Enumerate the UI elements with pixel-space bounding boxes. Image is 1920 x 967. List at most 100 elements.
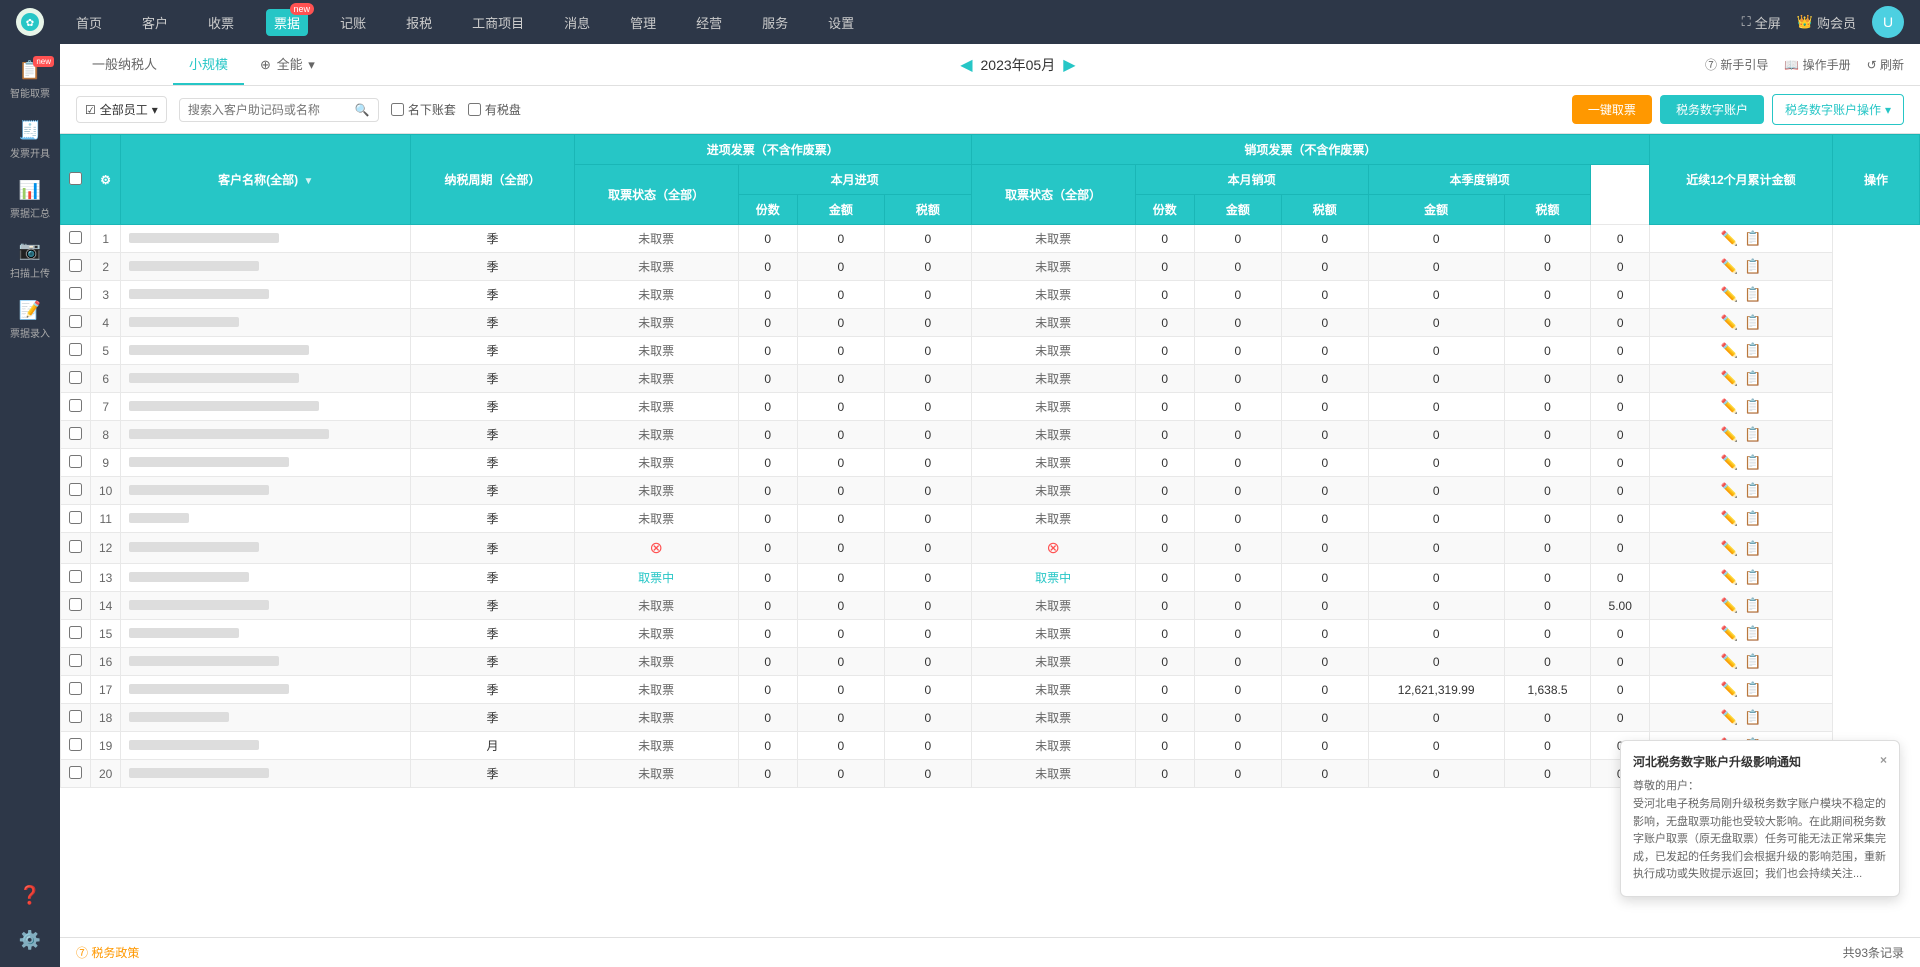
copy-icon[interactable]: 📋	[1744, 398, 1761, 415]
copy-icon[interactable]: 📋	[1744, 597, 1761, 614]
edit-icon[interactable]: ✏️	[1721, 681, 1738, 698]
nav-service[interactable]: 服务	[754, 9, 796, 36]
nav-invoice[interactable]: 票据new	[266, 9, 308, 36]
row-checkbox[interactable]	[69, 511, 82, 524]
select-all-checkbox[interactable]	[69, 172, 82, 185]
nav-tax[interactable]: 报税	[398, 9, 440, 36]
new-guide-button[interactable]: ⑦ 新手引导	[1705, 56, 1768, 73]
sidebar-item-zhidengpiao[interactable]: new 📋 智能取票	[0, 52, 60, 108]
taxpad-checkbox-label[interactable]: 有税盘	[468, 101, 521, 118]
row-checkbox[interactable]	[69, 399, 82, 412]
sidebar-help[interactable]: ❓	[15, 877, 45, 914]
edit-icon[interactable]: ✏️	[1721, 709, 1738, 726]
copy-icon[interactable]: 📋	[1744, 709, 1761, 726]
tab-small[interactable]: 小规模	[173, 44, 244, 85]
copy-icon[interactable]: 📋	[1744, 482, 1761, 499]
edit-icon[interactable]: ✏️	[1721, 597, 1738, 614]
row-checkbox[interactable]	[69, 287, 82, 300]
edit-icon[interactable]: ✏️	[1721, 258, 1738, 275]
tax-account-button[interactable]: 税务数字账户	[1660, 95, 1764, 124]
copy-icon[interactable]: 📋	[1744, 342, 1761, 359]
manual-button[interactable]: 📖 操作手册	[1784, 56, 1850, 73]
ledger-checkbox[interactable]	[391, 103, 404, 116]
nav-business[interactable]: 工商项目	[464, 9, 532, 36]
refresh-button[interactable]: ↺ 刷新	[1867, 56, 1904, 73]
employee-select[interactable]: ☑ 全部员工 ▾	[76, 96, 167, 123]
copy-icon[interactable]: 📋	[1744, 569, 1761, 586]
row-checkbox[interactable]	[69, 766, 82, 779]
row-checkbox[interactable]	[69, 259, 82, 272]
next-month-button[interactable]: ▶	[1063, 55, 1075, 75]
nav-operation[interactable]: 经营	[688, 9, 730, 36]
edit-icon[interactable]: ✏️	[1721, 286, 1738, 303]
row-checkbox[interactable]	[69, 654, 82, 667]
sidebar-item-piaojuru[interactable]: 📝 票据录入	[0, 292, 60, 348]
nav-receipt[interactable]: 收票	[200, 9, 242, 36]
sidebar-config[interactable]: ⚙️	[15, 922, 45, 959]
copy-icon[interactable]: 📋	[1744, 426, 1761, 443]
tab-general[interactable]: 一般纳税人	[76, 44, 173, 85]
row-checkbox[interactable]	[69, 371, 82, 384]
nav-home[interactable]: 首页	[68, 9, 110, 36]
edit-icon[interactable]: ✏️	[1721, 454, 1738, 471]
fullscreen-button[interactable]: ⛶ 全屏	[1742, 13, 1781, 32]
search-box[interactable]: 🔍	[179, 98, 379, 122]
row-checkbox[interactable]	[69, 343, 82, 356]
sidebar-item-huizong[interactable]: 📊 票据汇总	[0, 172, 60, 228]
copy-icon[interactable]: 📋	[1744, 230, 1761, 247]
ledger-checkbox-label[interactable]: 名下账套	[391, 101, 456, 118]
nav-accounting[interactable]: 记账	[332, 9, 374, 36]
edit-icon[interactable]: ✏️	[1721, 482, 1738, 499]
copy-icon[interactable]: 📋	[1744, 258, 1761, 275]
row-checkbox[interactable]	[69, 570, 82, 583]
copy-icon[interactable]: 📋	[1744, 314, 1761, 331]
tax-account-ops-button[interactable]: 税务数字账户操作 ▾	[1772, 94, 1904, 125]
edit-icon[interactable]: ✏️	[1721, 653, 1738, 670]
tab-all[interactable]: ⊕ 全能 ▾	[244, 44, 331, 85]
row-checkbox[interactable]	[69, 427, 82, 440]
edit-icon[interactable]: ✏️	[1721, 398, 1738, 415]
row-checkbox[interactable]	[69, 483, 82, 496]
edit-icon[interactable]: ✏️	[1721, 342, 1738, 359]
row-checkbox[interactable]	[69, 231, 82, 244]
prev-month-button[interactable]: ◀	[960, 55, 972, 75]
fetch-all-button[interactable]: 一键取票	[1572, 95, 1652, 124]
row-checkbox[interactable]	[69, 710, 82, 723]
member-button[interactable]: 👑 购会员	[1797, 13, 1856, 32]
edit-icon[interactable]: ✏️	[1721, 540, 1738, 557]
copy-icon[interactable]: 📋	[1744, 540, 1761, 557]
nav-client[interactable]: 客户	[134, 9, 176, 36]
copy-icon[interactable]: 📋	[1744, 681, 1761, 698]
nav-message[interactable]: 消息	[556, 9, 598, 36]
row-checkbox[interactable]	[69, 455, 82, 468]
edit-icon[interactable]: ✏️	[1721, 569, 1738, 586]
edit-icon[interactable]: ✏️	[1721, 426, 1738, 443]
sidebar-item-saomiao[interactable]: 📷 扫描上传	[0, 232, 60, 288]
copy-icon[interactable]: 📋	[1744, 286, 1761, 303]
edit-icon[interactable]: ✏️	[1721, 510, 1738, 527]
policy-link[interactable]: ⑦ 税务政策	[76, 944, 139, 961]
edit-icon[interactable]: ✏️	[1721, 370, 1738, 387]
edit-icon[interactable]: ✏️	[1721, 625, 1738, 642]
row-checkbox[interactable]	[69, 626, 82, 639]
copy-icon[interactable]: 📋	[1744, 625, 1761, 642]
row-checkbox[interactable]	[69, 315, 82, 328]
edit-icon[interactable]: ✏️	[1721, 314, 1738, 331]
edit-icon[interactable]: ✏️	[1721, 230, 1738, 247]
nav-settings[interactable]: 设置	[820, 9, 862, 36]
copy-icon[interactable]: 📋	[1744, 370, 1761, 387]
taxpad-checkbox[interactable]	[468, 103, 481, 116]
row-checkbox[interactable]	[69, 540, 82, 553]
copy-icon[interactable]: 📋	[1744, 653, 1761, 670]
row-checkbox[interactable]	[69, 598, 82, 611]
notification-close-button[interactable]: ×	[1880, 753, 1887, 770]
search-input[interactable]	[188, 103, 351, 117]
row-checkbox[interactable]	[69, 682, 82, 695]
copy-icon[interactable]: 📋	[1744, 454, 1761, 471]
copy-icon[interactable]: 📋	[1744, 510, 1761, 527]
filter-icon[interactable]: ▼	[303, 176, 313, 187]
sidebar-item-kaipiao[interactable]: 🧾 发票开具	[0, 112, 60, 168]
user-avatar[interactable]: U	[1872, 6, 1904, 38]
row-checkbox[interactable]	[69, 738, 82, 751]
nav-manage[interactable]: 管理	[622, 9, 664, 36]
